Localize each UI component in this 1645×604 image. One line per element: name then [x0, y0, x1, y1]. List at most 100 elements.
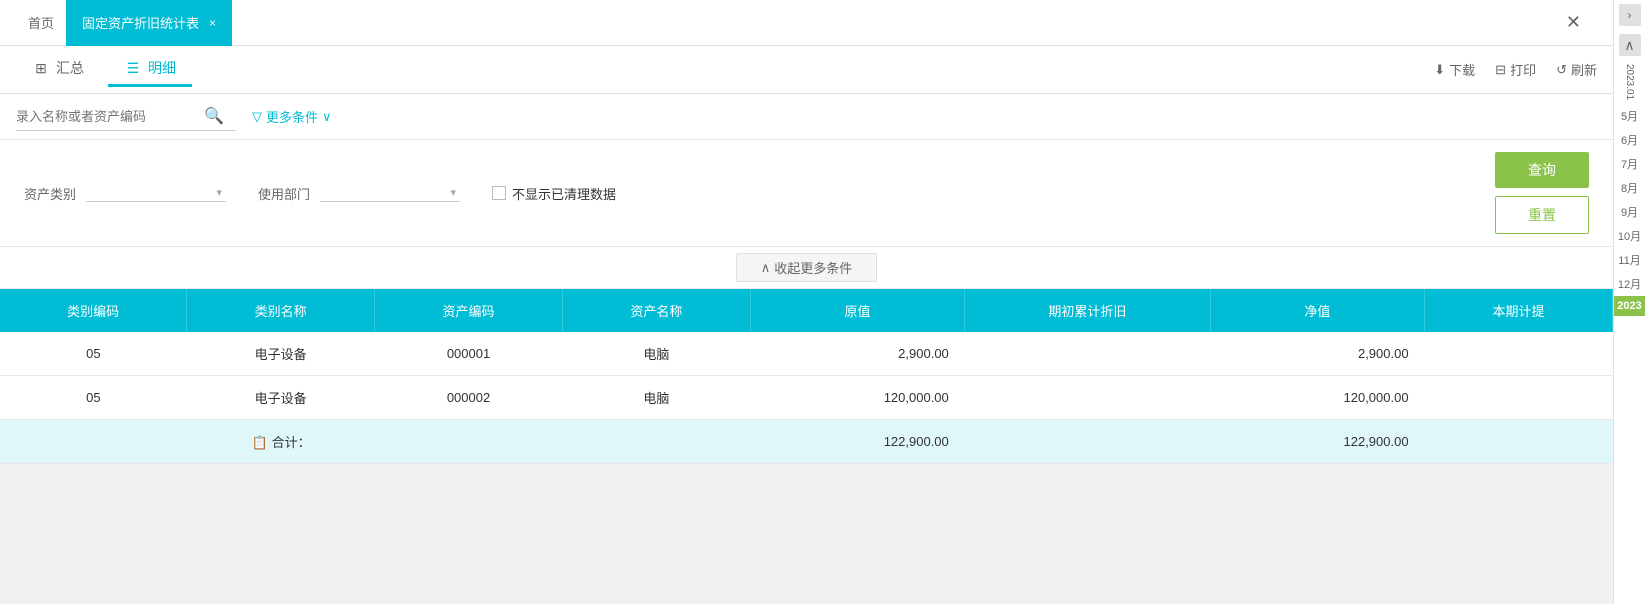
data-table: 类别编码 类别名称 资产编码 资产名称 原值 期初累计折旧 净值 本期计提 05… — [0, 289, 1613, 464]
total-current-depreciation — [1425, 420, 1613, 464]
col-asset-code: 资产编码 — [375, 289, 563, 332]
window-close-button[interactable]: ✕ — [1550, 12, 1597, 33]
asset-category-arrow-icon: ▾ — [216, 186, 222, 199]
more-conditions-label: 更多条件 — [266, 107, 318, 126]
cell-original-value: 120,000.00 — [750, 376, 965, 420]
more-conditions-button[interactable]: ▽ 更多条件 ∨ — [252, 107, 332, 126]
department-select[interactable]: ▾ — [320, 184, 460, 202]
nav-tab-close-icon[interactable]: × — [209, 16, 216, 30]
search-input[interactable] — [16, 109, 196, 124]
download-icon: ⬇ — [1434, 62, 1445, 78]
download-button[interactable]: ⬇ 下载 — [1434, 60, 1475, 79]
cell-category-name: 电子设备 — [187, 376, 375, 420]
query-button[interactable]: 查询 — [1495, 152, 1589, 188]
table-header-row: 类别编码 类别名称 资产编码 资产名称 原值 期初累计折旧 净值 本期计提 — [0, 289, 1613, 332]
checkbox-box — [492, 186, 506, 200]
sidebar-year[interactable]: 2023 — [1614, 296, 1645, 316]
nav-tab-active[interactable]: 固定资产折旧统计表 × — [66, 0, 232, 46]
reset-button[interactable]: 重置 — [1495, 196, 1589, 234]
print-button[interactable]: ⊟ 打印 — [1495, 60, 1536, 79]
department-label: 使用部门 — [258, 184, 310, 203]
refresh-button[interactable]: ↺ 刷新 — [1556, 60, 1597, 79]
collapse-up-icon: ∧ — [761, 260, 771, 276]
total-label-cell: 📋 合计： — [0, 420, 562, 464]
hide-cleared-label: 不显示已清理数据 — [512, 184, 616, 203]
top-nav: 首页 固定资产折旧统计表 × ✕ — [0, 0, 1613, 46]
layers-icon: ⊞ — [32, 59, 50, 77]
sidebar-month-12[interactable]: 12月 — [1614, 272, 1645, 296]
tab-detail[interactable]: ☰ 明细 — [108, 52, 192, 87]
period-label: 2023.01 — [1624, 60, 1635, 104]
cell-category-code: 05 — [0, 332, 187, 376]
cell-category-code: 05 — [0, 376, 187, 420]
filter-bar: 🔍 ▽ 更多条件 ∨ — [0, 94, 1613, 140]
nav-home[interactable]: 首页 — [16, 13, 66, 32]
col-accumulated-depreciation: 期初累计折旧 — [965, 289, 1210, 332]
cell-net-value: 2,900.00 — [1210, 332, 1425, 376]
print-icon: ⊟ — [1495, 62, 1506, 78]
cell-asset-code: 000001 — [375, 332, 563, 376]
cell-net-value: 120,000.00 — [1210, 376, 1425, 420]
download-label: 下载 — [1449, 60, 1475, 79]
total-row: 📋 合计： 122,900.00 122,900.00 — [0, 420, 1613, 464]
total-asset-name — [562, 420, 750, 464]
sidebar-month-10[interactable]: 10月 — [1614, 224, 1645, 248]
cell-original-value: 2,900.00 — [750, 332, 965, 376]
list-icon: ☰ — [124, 59, 142, 77]
cell-asset-name: 电脑 — [562, 376, 750, 420]
col-original-value: 原值 — [750, 289, 965, 332]
filter-icon: ▽ — [252, 109, 262, 125]
col-asset-name: 资产名称 — [562, 289, 750, 332]
cell-asset-name: 电脑 — [562, 332, 750, 376]
total-net-value: 122,900.00 — [1210, 420, 1425, 464]
search-icon[interactable]: 🔍 — [204, 106, 224, 126]
asset-category-filter: 资产类别 ▾ — [24, 184, 226, 203]
cell-category-name: 电子设备 — [187, 332, 375, 376]
sidebar-month-6[interactable]: 6月 — [1614, 128, 1645, 152]
cell-asset-code: 000002 — [375, 376, 563, 420]
cell-accumulated-depreciation — [965, 376, 1210, 420]
sidebar-month-8[interactable]: 8月 — [1614, 176, 1645, 200]
cell-accumulated-depreciation — [965, 332, 1210, 376]
department-arrow-icon: ▾ — [451, 186, 457, 199]
collapse-bar: ∧ 收起更多条件 — [0, 247, 1613, 289]
action-buttons: 查询 重置 — [1495, 152, 1589, 234]
sub-tabs-bar: ⊞ 汇总 ☰ 明细 ⬇ 下载 ⊟ 打印 ↺ 刷新 — [0, 46, 1613, 94]
department-filter: 使用部门 ▾ — [258, 184, 460, 203]
col-category-code: 类别编码 — [0, 289, 187, 332]
col-category-name: 类别名称 — [187, 289, 375, 332]
tab-summary-label: 汇总 — [56, 58, 84, 78]
sidebar-month-11[interactable]: 11月 — [1614, 248, 1645, 272]
advanced-filter: 资产类别 ▾ 使用部门 ▾ 不显示已清理数据 查询 重置 — [0, 140, 1613, 247]
col-current-depreciation: 本期计提 — [1425, 289, 1613, 332]
sidebar-month-7[interactable]: 7月 — [1614, 152, 1645, 176]
asset-category-select[interactable]: ▾ — [86, 184, 226, 202]
nav-tab-label: 固定资产折旧统计表 — [82, 13, 199, 32]
sidebar-up-button[interactable]: ∧ — [1619, 34, 1641, 56]
sidebar-month-9[interactable]: 9月 — [1614, 200, 1645, 224]
sub-tabs-left: ⊞ 汇总 ☰ 明细 — [16, 52, 192, 87]
sidebar-month-5[interactable]: 5月 — [1614, 104, 1645, 128]
hide-cleared-checkbox[interactable]: 不显示已清理数据 — [492, 184, 616, 203]
total-accumulated-depreciation — [965, 420, 1210, 464]
asset-category-label: 资产类别 — [24, 184, 76, 203]
collapse-label: 收起更多条件 — [774, 258, 852, 277]
cell-current-depreciation — [1425, 332, 1613, 376]
data-table-wrap: 类别编码 类别名称 资产编码 资产名称 原值 期初累计折旧 净值 本期计提 05… — [0, 289, 1613, 604]
toolbar-buttons: ⬇ 下载 ⊟ 打印 ↺ 刷新 — [1434, 60, 1597, 79]
right-sidebar: › ∧ 2023.01 5月 6月 7月 8月 9月 10月 11月 12月 2… — [1613, 0, 1645, 604]
tab-detail-label: 明细 — [148, 58, 176, 78]
print-label: 打印 — [1510, 60, 1536, 79]
tab-summary[interactable]: ⊞ 汇总 — [16, 52, 100, 87]
table-row[interactable]: 05 电子设备 000001 电脑 2,900.00 2,900.00 — [0, 332, 1613, 376]
col-net-value: 净值 — [1210, 289, 1425, 332]
table-row[interactable]: 05 电子设备 000002 电脑 120,000.00 120,000.00 — [0, 376, 1613, 420]
sidebar-expand-button[interactable]: › — [1619, 4, 1641, 26]
refresh-icon: ↺ — [1556, 62, 1567, 78]
cell-current-depreciation — [1425, 376, 1613, 420]
chevron-down-icon: ∨ — [322, 109, 332, 125]
refresh-label: 刷新 — [1571, 60, 1597, 79]
collapse-button[interactable]: ∧ 收起更多条件 — [736, 253, 878, 282]
total-original-value: 122,900.00 — [750, 420, 965, 464]
total-label: 合计： — [272, 435, 311, 450]
